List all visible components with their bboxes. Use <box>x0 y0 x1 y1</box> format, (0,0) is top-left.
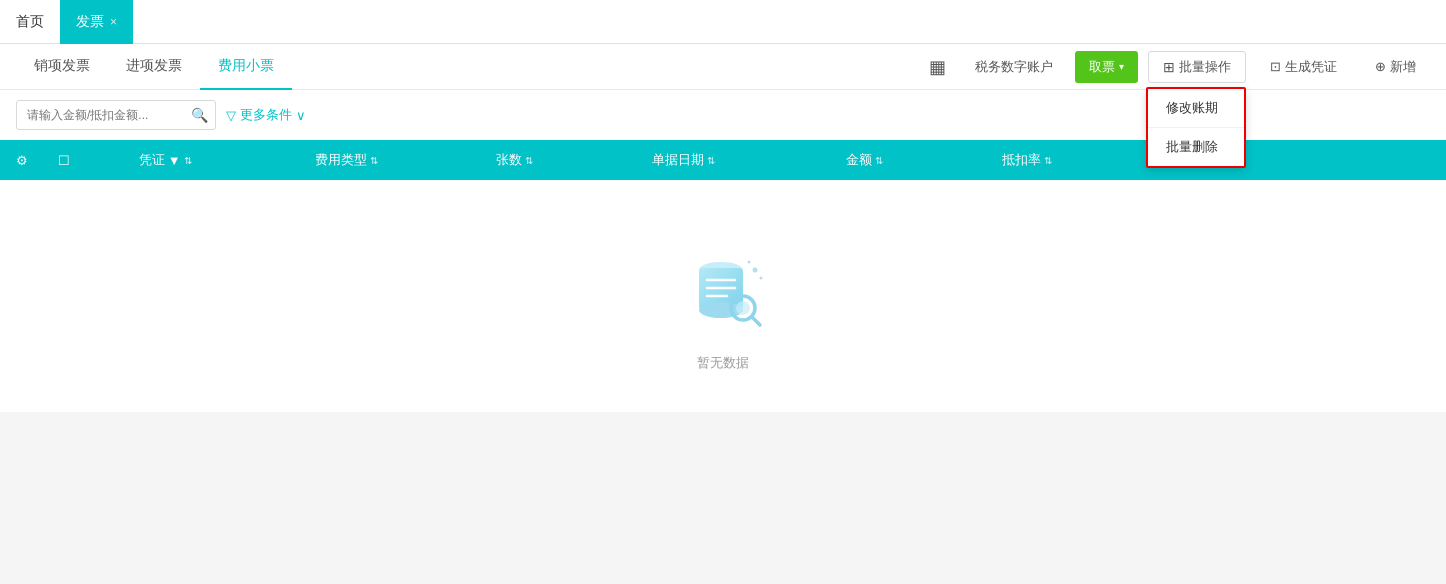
th-sheets: 张数 ⇅ <box>446 140 584 180</box>
th-extra <box>1308 140 1446 180</box>
tax-account-button[interactable]: 税务数字账户 <box>963 51 1065 83</box>
generate-voucher-button[interactable]: ⊡ 生成凭证 <box>1256 51 1351 83</box>
sub-tab-expense[interactable]: 费用小票 <box>200 44 292 90</box>
svg-point-7 <box>736 301 750 315</box>
svg-point-9 <box>753 268 758 273</box>
add-icon: ⊕ <box>1375 59 1386 74</box>
voucher-sort-icon[interactable]: ⇅ <box>184 155 192 166</box>
filter-label: 更多条件 <box>240 106 292 124</box>
dropdown-item-modify-period[interactable]: 修改账期 <box>1148 89 1244 127</box>
qupiao-label: 取票 <box>1089 58 1115 76</box>
date-sort-icon[interactable]: ⇅ <box>707 155 715 166</box>
svg-point-10 <box>760 277 763 280</box>
qupiao-chevron-icon: ▾ <box>1119 61 1124 72</box>
qr-icon: ▦ <box>929 56 946 78</box>
th-expense-type: 费用类型 ⇅ <box>247 140 446 180</box>
th-checkbox[interactable]: ☐ <box>44 140 84 180</box>
th-date: 单据日期 ⇅ <box>584 140 783 180</box>
generate-icon: ⊡ <box>1270 59 1281 74</box>
sub-tabs-left: 销项发票 进项发票 费用小票 <box>16 44 292 90</box>
empty-text: 暂无数据 <box>697 354 749 372</box>
amount-sort-icon[interactable]: ⇅ <box>875 155 883 166</box>
qupiao-button[interactable]: 取票 ▾ <box>1075 51 1138 83</box>
nav-tab-close[interactable]: × <box>110 15 117 29</box>
nav-home[interactable]: 首页 <box>0 0 60 44</box>
sub-tab-purchase[interactable]: 进项发票 <box>108 44 200 90</box>
qr-button[interactable]: ▦ <box>921 51 953 83</box>
batch-dropdown-menu: 修改账期 批量删除 <box>1146 87 1246 168</box>
filter-chevron-icon: ∨ <box>296 108 306 123</box>
nav-tab-label: 发票 <box>76 13 104 31</box>
batch-button[interactable]: ⊞ 批量操作 <box>1148 51 1246 83</box>
sheets-sort-icon[interactable]: ⇅ <box>525 155 533 166</box>
batch-label: 批量操作 <box>1179 58 1231 76</box>
add-label: 新增 <box>1390 58 1416 76</box>
empty-icon <box>673 240 773 340</box>
filter-button[interactable]: ▽ 更多条件 ∨ <box>226 106 306 124</box>
sub-tab-sales[interactable]: 销项发票 <box>16 44 108 90</box>
expense-type-sort-icon[interactable]: ⇅ <box>370 155 378 166</box>
th-deduct-rate: 抵扣率 ⇅ <box>946 140 1109 180</box>
search-icon: 🔍 <box>191 107 208 123</box>
generate-label: 生成凭证 <box>1285 58 1337 76</box>
deduct-rate-sort-icon[interactable]: ⇅ <box>1044 155 1052 166</box>
svg-line-8 <box>752 317 760 325</box>
th-voucher: 凭证 ▼ ⇅ <box>84 140 247 180</box>
sub-tabs-right: ▦ 税务数字账户 取票 ▾ ⊞ 批量操作 修改账期 批量删除 ⊡ 生成凭证 <box>921 51 1430 83</box>
dropdown-item-batch-delete[interactable]: 批量删除 <box>1148 128 1244 166</box>
th-gear[interactable]: ⚙ <box>0 140 44 180</box>
filter-icon: ▽ <box>226 108 236 123</box>
nav-tab-invoice[interactable]: 发票 × <box>60 0 133 44</box>
batch-button-wrap: ⊞ 批量操作 修改账期 批量删除 <box>1148 51 1246 83</box>
search-input[interactable] <box>16 100 216 130</box>
svg-point-11 <box>748 261 751 264</box>
tax-account-label: 税务数字账户 <box>975 58 1053 76</box>
voucher-filter-icon[interactable]: ▼ <box>168 153 181 168</box>
add-button[interactable]: ⊕ 新增 <box>1361 51 1430 83</box>
checkbox-icon: ☐ <box>58 153 70 168</box>
gear-icon: ⚙ <box>16 153 28 168</box>
empty-state: 暂无数据 <box>0 180 1446 412</box>
th-amount: 金额 ⇅ <box>783 140 946 180</box>
batch-icon: ⊞ <box>1163 59 1175 75</box>
search-input-wrap: 🔍 <box>16 100 216 130</box>
sub-tabs-bar: 销项发票 进项发票 费用小票 ▦ 税务数字账户 取票 ▾ ⊞ 批量操作 修改账期 <box>0 44 1446 90</box>
top-nav: 首页 发票 × <box>0 0 1446 44</box>
